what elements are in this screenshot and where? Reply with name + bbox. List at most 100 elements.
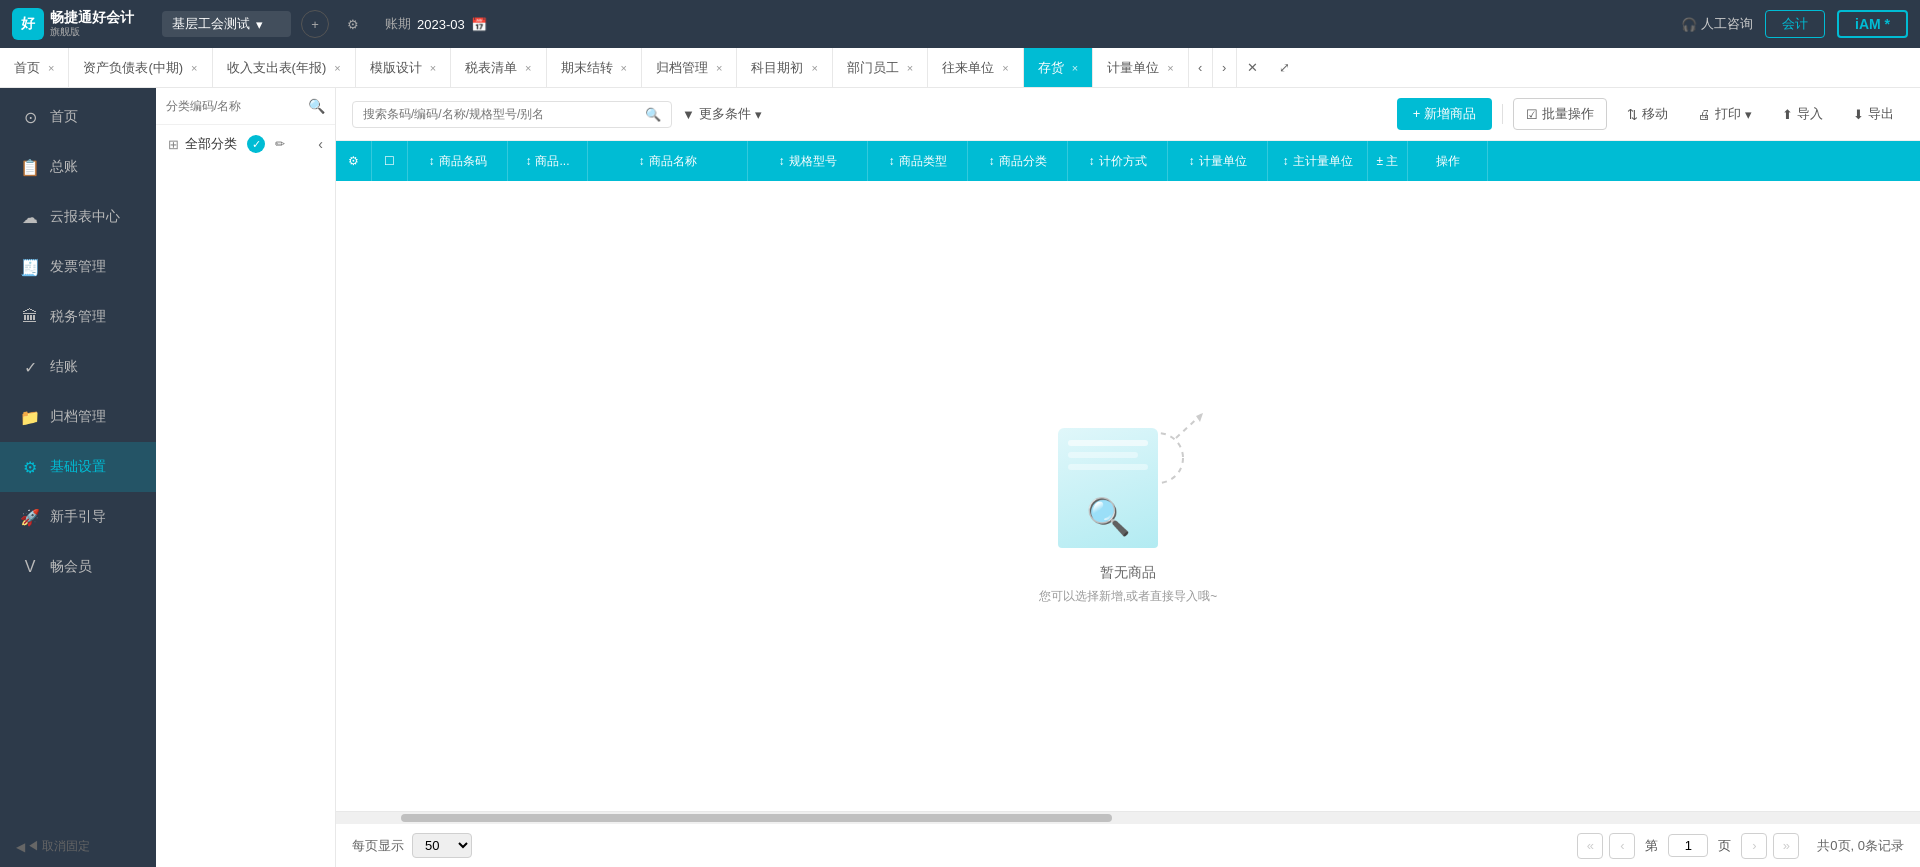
ledger-icon: 📋	[20, 158, 40, 177]
tab-close-inventory[interactable]: ×	[1072, 62, 1078, 74]
calendar-icon[interactable]: 📅	[471, 17, 487, 32]
page-input[interactable]	[1668, 834, 1708, 857]
tab-template[interactable]: 模版设计 ×	[356, 48, 451, 88]
header-right: 🎧 人工咨询 会计 iAM *	[1681, 10, 1908, 38]
iam-button[interactable]: iAM *	[1837, 10, 1908, 38]
sidebar-item-member[interactable]: V 畅会员	[0, 542, 156, 592]
th-main-unit[interactable]: ↕ 主计量单位	[1268, 141, 1368, 181]
headset-icon: 🎧	[1681, 17, 1697, 32]
tab-close-income[interactable]: ×	[334, 62, 340, 74]
customer-service-btn[interactable]: 🎧 人工咨询	[1681, 15, 1753, 33]
account-button[interactable]: 会计	[1765, 10, 1825, 38]
th-name[interactable]: ↕ 商品名称	[588, 141, 748, 181]
first-page-btn[interactable]: «	[1577, 833, 1603, 859]
tab-home[interactable]: 首页 ×	[0, 48, 69, 88]
import-icon: ⬆	[1782, 107, 1793, 122]
settings-icon[interactable]: ⚙	[339, 10, 367, 38]
tab-subject[interactable]: 科目期初 ×	[737, 48, 832, 88]
prev-page-btn[interactable]: ‹	[1609, 833, 1635, 859]
last-page-btn[interactable]: »	[1773, 833, 1799, 859]
th-category[interactable]: ↕ 商品分类	[968, 141, 1068, 181]
category-edit-icon[interactable]: ✏	[275, 137, 285, 151]
th-barcode[interactable]: ↕ 商品条码	[408, 141, 508, 181]
tab-close-subject[interactable]: ×	[811, 62, 817, 74]
main-search-icon[interactable]: 🔍	[645, 107, 661, 122]
category-search-icon[interactable]: 🔍	[308, 98, 325, 114]
export-btn[interactable]: ⬇ 导出	[1843, 99, 1904, 129]
tab-balance-sheet[interactable]: 资产负债表(中期) ×	[69, 48, 212, 88]
th-gear[interactable]: ⚙	[336, 141, 372, 181]
more-filter-btn[interactable]: ▼ 更多条件 ▾	[682, 105, 762, 123]
tab-contacts[interactable]: 往来单位 ×	[928, 48, 1023, 88]
svg-marker-2	[1196, 413, 1203, 422]
category-panel: 🔍 ⊞ 全部分类 ✓ ✏ ‹	[156, 88, 336, 867]
empty-doc-body: 🔍	[1058, 428, 1158, 548]
th-price[interactable]: ↕ 计价方式	[1068, 141, 1168, 181]
tab-close-home[interactable]: ×	[48, 62, 54, 74]
company-selector[interactable]: 基层工会测试 ▾	[162, 11, 291, 37]
import-btn[interactable]: ⬆ 导入	[1772, 99, 1833, 129]
sidebar-item-ledger[interactable]: 📋 总账	[0, 142, 156, 192]
tab-tax[interactable]: 税表清单 ×	[451, 48, 546, 88]
tab-income[interactable]: 收入支出表(年报) ×	[213, 48, 356, 88]
tab-period[interactable]: 期末结转 ×	[547, 48, 642, 88]
per-page-select[interactable]: 50 100 200	[412, 833, 472, 858]
sidebar-item-invoice[interactable]: 🧾 发票管理	[0, 242, 156, 292]
tab-unit[interactable]: 计量单位 ×	[1093, 48, 1188, 88]
tab-close-unit[interactable]: ×	[1167, 62, 1173, 74]
category-collapse-icon[interactable]: ‹	[318, 136, 323, 152]
tab-next-btn[interactable]: ›	[1213, 48, 1237, 88]
sidebar-item-archive[interactable]: 📁 归档管理	[0, 392, 156, 442]
th-check[interactable]: ☐	[372, 141, 408, 181]
table-scrollbar[interactable]	[336, 811, 1920, 823]
category-search-input[interactable]	[166, 99, 302, 113]
sidebar-item-settings[interactable]: ⚙ 基础设置	[0, 442, 156, 492]
next-page-btn[interactable]: ›	[1741, 833, 1767, 859]
sidebar-item-close[interactable]: ✓ 结账	[0, 342, 156, 392]
logo-area: 好 畅捷通好会计 旗舰版	[12, 8, 152, 40]
tab-bar: 首页 × 资产负债表(中期) × 收入支出表(年报) × 模版设计 × 税表清单…	[0, 48, 1920, 88]
sidebar-item-reports[interactable]: ☁ 云报表中心	[0, 192, 156, 242]
sidebar-item-home[interactable]: ⊙ 首页	[0, 92, 156, 142]
inner-content: 🔍 ⊞ 全部分类 ✓ ✏ ‹ 🔍	[156, 88, 1920, 867]
sidebar-item-tax[interactable]: 🏛 税务管理	[0, 292, 156, 342]
tab-close-balance[interactable]: ×	[191, 62, 197, 74]
filter-dropdown-icon: ▾	[755, 107, 762, 122]
tab-dept[interactable]: 部门员工 ×	[833, 48, 928, 88]
home-icon: ⊙	[20, 108, 40, 127]
scroll-thumb[interactable]	[401, 814, 1112, 822]
toolbar: 🔍 ▼ 更多条件 ▾ + 新增商品 ☑ 批量操作	[336, 88, 1920, 141]
sidebar-item-guide[interactable]: 🚀 新手引导	[0, 492, 156, 542]
add-company-btn[interactable]: +	[301, 10, 329, 38]
tab-prev-btn[interactable]: ‹	[1189, 48, 1213, 88]
th-type[interactable]: ↕ 商品类型	[868, 141, 968, 181]
tab-close-template[interactable]: ×	[430, 62, 436, 74]
th-spec[interactable]: ↕ 规格型号	[748, 141, 868, 181]
tab-close-dept[interactable]: ×	[907, 62, 913, 74]
th-more[interactable]: ± 主	[1368, 141, 1408, 181]
cancel-pin-btn[interactable]: ◀ ◀ 取消固定	[0, 826, 156, 867]
tab-inventory[interactable]: 存货 ×	[1024, 48, 1093, 88]
logo-icon: 好	[12, 8, 44, 40]
tab-close-period[interactable]: ×	[621, 62, 627, 74]
batch-btn[interactable]: ☑ 批量操作	[1513, 98, 1607, 130]
tab-close-contacts[interactable]: ×	[1002, 62, 1008, 74]
tab-close-all-btn[interactable]: ✕	[1237, 48, 1269, 88]
dropdown-icon: ▾	[256, 17, 263, 32]
invoice-icon: 🧾	[20, 258, 40, 277]
tab-archive[interactable]: 归档管理 ×	[642, 48, 737, 88]
guide-icon: 🚀	[20, 508, 40, 527]
tab-close-tax[interactable]: ×	[525, 62, 531, 74]
main-layout: ⊙ 首页 📋 总账 ☁ 云报表中心 🧾 发票管理 🏛 税务管理 ✓ 结账 📁 归…	[0, 88, 1920, 867]
period-area: 账期 2023-03 📅	[385, 15, 487, 33]
main-search-input[interactable]	[363, 107, 639, 121]
divider-1	[1502, 104, 1503, 124]
tab-expand-btn[interactable]: ⤢	[1269, 48, 1301, 88]
th-unit[interactable]: ↕ 计量单位	[1168, 141, 1268, 181]
th-code[interactable]: ↕ 商品...	[508, 141, 588, 181]
print-btn[interactable]: 🖨 打印 ▾	[1688, 99, 1762, 129]
tab-close-archive[interactable]: ×	[716, 62, 722, 74]
pin-icon: ◀	[16, 840, 25, 854]
move-btn[interactable]: ⇅ 移动	[1617, 99, 1678, 129]
new-product-btn[interactable]: + 新增商品	[1397, 98, 1492, 130]
